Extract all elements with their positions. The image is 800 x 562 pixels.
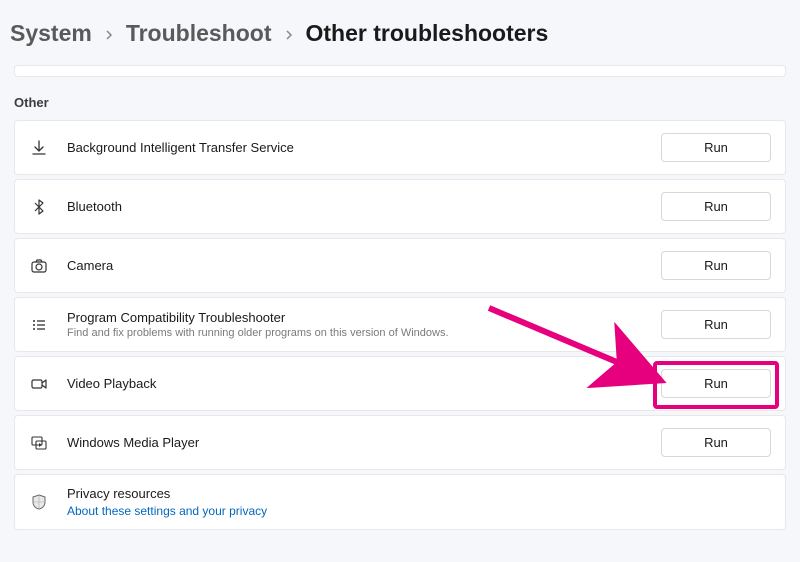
download-icon — [29, 138, 49, 158]
media-icon — [29, 433, 49, 453]
item-content: Background Intelligent Transfer Service — [67, 140, 661, 155]
item-content: Camera — [67, 258, 661, 273]
troubleshooter-item-compat: Program Compatibility Troubleshooter Fin… — [14, 297, 786, 352]
item-title: Program Compatibility Troubleshooter — [67, 310, 661, 325]
item-title: Windows Media Player — [67, 435, 661, 450]
troubleshooter-item-camera: Camera Run — [14, 238, 786, 293]
video-icon — [29, 374, 49, 394]
breadcrumb: System Troubleshoot Other troubleshooter… — [0, 0, 800, 65]
camera-icon — [29, 256, 49, 276]
bluetooth-icon — [29, 197, 49, 217]
run-button[interactable]: Run — [661, 310, 771, 339]
item-content: Windows Media Player — [67, 435, 661, 450]
item-title: Bluetooth — [67, 199, 661, 214]
list-icon — [29, 315, 49, 335]
privacy-link[interactable]: About these settings and your privacy — [67, 504, 771, 518]
run-button[interactable]: Run — [661, 251, 771, 280]
troubleshooter-item-bits: Background Intelligent Transfer Service … — [14, 120, 786, 175]
item-content: Bluetooth — [67, 199, 661, 214]
run-button[interactable]: Run — [661, 192, 771, 221]
troubleshooter-list: Background Intelligent Transfer Service … — [0, 120, 800, 530]
run-button[interactable]: Run — [661, 133, 771, 162]
chevron-right-icon — [284, 27, 294, 43]
item-title: Video Playback — [67, 376, 661, 391]
troubleshooter-item-bluetooth: Bluetooth Run — [14, 179, 786, 234]
spacer — [14, 65, 786, 77]
breadcrumb-system[interactable]: System — [10, 20, 92, 47]
item-content: Privacy resources About these settings a… — [67, 486, 771, 518]
item-title: Background Intelligent Transfer Service — [67, 140, 661, 155]
chevron-right-icon — [104, 27, 114, 43]
item-content: Video Playback — [67, 376, 661, 391]
breadcrumb-troubleshoot[interactable]: Troubleshoot — [126, 20, 272, 47]
item-content: Program Compatibility Troubleshooter Fin… — [67, 310, 661, 339]
troubleshooter-item-wmp: Windows Media Player Run — [14, 415, 786, 470]
shield-icon — [29, 492, 49, 512]
run-button[interactable]: Run — [661, 369, 771, 398]
section-label: Other — [0, 95, 800, 120]
run-button[interactable]: Run — [661, 428, 771, 457]
breadcrumb-current: Other troubleshooters — [306, 20, 549, 47]
item-description: Find and fix problems with running older… — [67, 327, 661, 339]
troubleshooter-item-video: Video Playback Run — [14, 356, 786, 411]
privacy-resources: Privacy resources About these settings a… — [14, 474, 786, 530]
item-title: Camera — [67, 258, 661, 273]
item-title: Privacy resources — [67, 486, 771, 501]
